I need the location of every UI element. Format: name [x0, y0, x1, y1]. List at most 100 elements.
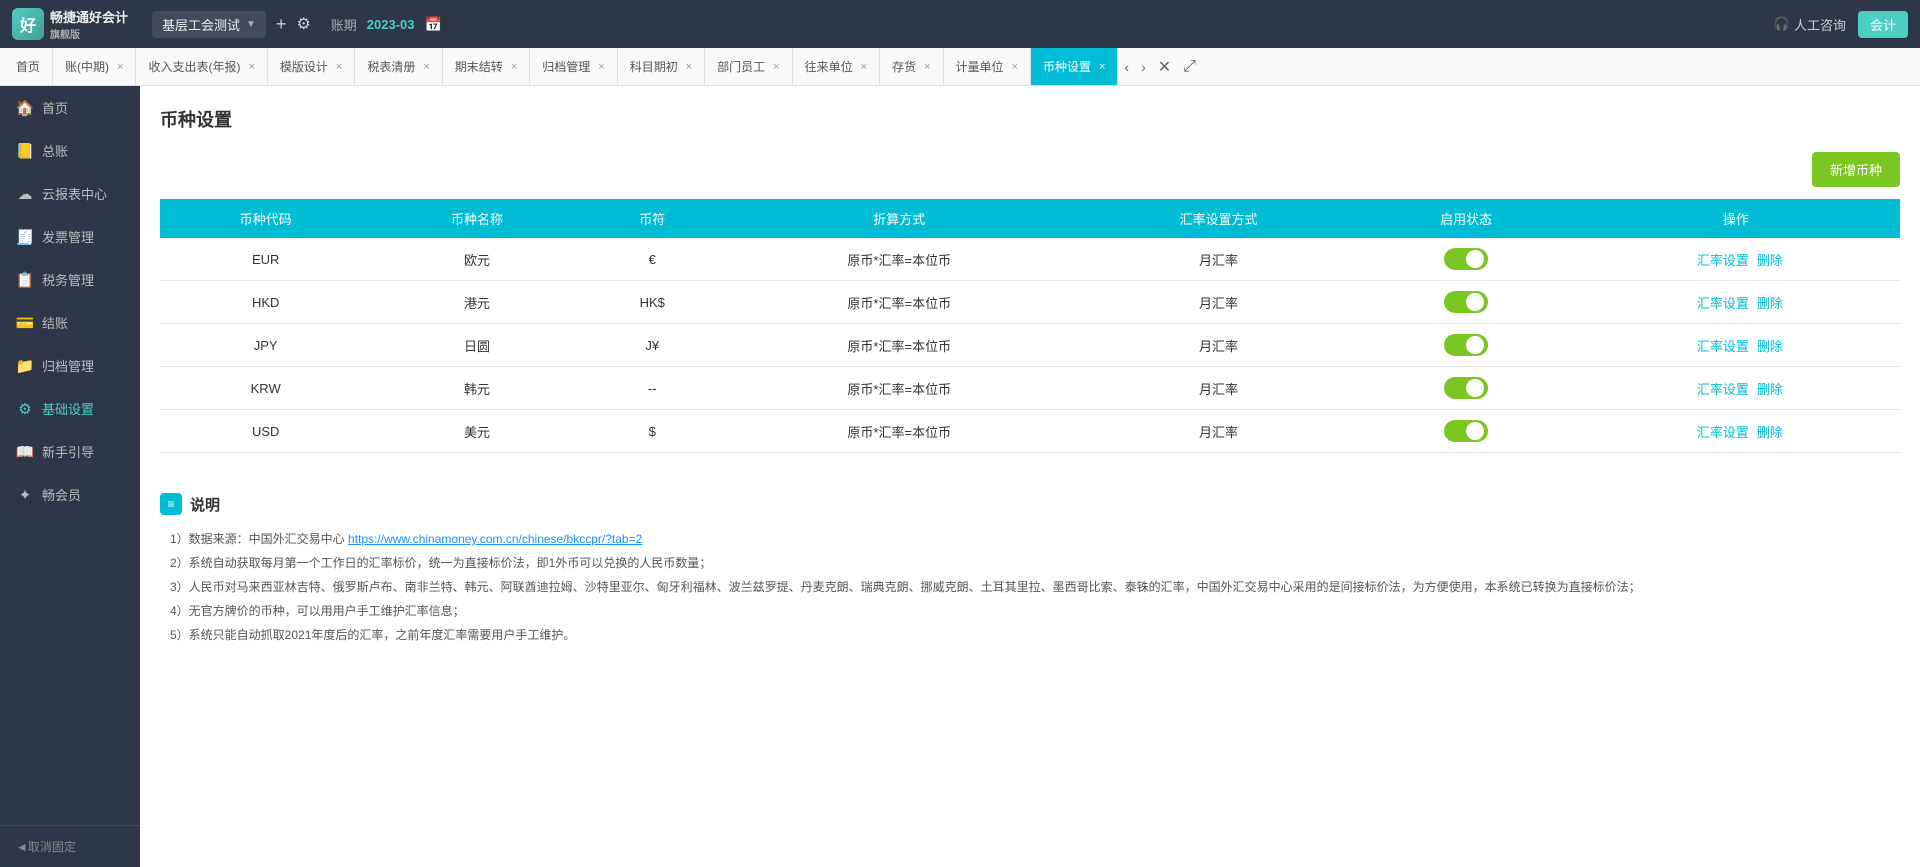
cell-code: USD	[160, 410, 371, 453]
delete-link[interactable]: 删除	[1757, 296, 1783, 311]
notes-title: ≡ 说明	[160, 493, 1900, 515]
page-title: 币种设置	[160, 106, 1900, 132]
home-icon: 🏠	[16, 99, 34, 117]
cell-calc: 原币*汇率=本位币	[722, 238, 1077, 281]
cell-code: EUR	[160, 238, 371, 281]
sidebar-pin-toggle[interactable]: ◄取消固定	[0, 825, 140, 867]
tab-income-report[interactable]: 收入支出表(年报) ×	[136, 48, 267, 86]
settings-gear-icon[interactable]: ⚙	[296, 14, 310, 34]
tab-period-label: 账(中期)	[65, 58, 109, 75]
tab-period-close[interactable]: ×	[117, 61, 123, 73]
period-value: 2023-03	[367, 17, 415, 32]
toggle-switch[interactable]	[1444, 334, 1488, 356]
tab-close-all-button[interactable]: ✕	[1152, 57, 1177, 77]
sidebar-item-checkout[interactable]: 💳 结账	[0, 301, 140, 344]
tab-dept-staff-close[interactable]: ×	[773, 61, 779, 73]
delete-link[interactable]: 删除	[1757, 339, 1783, 354]
toggle-switch[interactable]	[1444, 248, 1488, 270]
guide-icon: 📖	[16, 443, 34, 461]
tab-unit-close[interactable]: ×	[1012, 61, 1018, 73]
notes-external-link[interactable]: https://www.chinamoney.com.cn/chinese/bk…	[348, 532, 642, 546]
customer-service-button[interactable]: 🎧 人工咨询	[1774, 15, 1846, 34]
tab-tax-close[interactable]: ×	[423, 61, 429, 73]
tab-subject-init-close[interactable]: ×	[686, 61, 692, 73]
cell-enabled[interactable]	[1360, 410, 1571, 453]
sidebar-item-archive[interactable]: 📁 归档管理	[0, 344, 140, 387]
new-currency-button[interactable]: 新增币种	[1812, 152, 1900, 187]
rate-settings-link[interactable]: 汇率设置	[1697, 425, 1749, 440]
tab-template[interactable]: 模版设计 ×	[268, 48, 355, 86]
tab-tax[interactable]: 税表清册 ×	[355, 48, 442, 86]
sidebar-item-invoices[interactable]: 🧾 发票管理	[0, 215, 140, 258]
logo-icon: 好	[12, 8, 44, 40]
delete-link[interactable]: 删除	[1757, 425, 1783, 440]
rate-settings-link[interactable]: 汇率设置	[1697, 296, 1749, 311]
cloud-icon: ☁	[16, 185, 34, 203]
toggle-switch[interactable]	[1444, 377, 1488, 399]
cell-symbol: HK$	[583, 281, 722, 324]
add-tab-button[interactable]: +	[276, 14, 287, 35]
tab-contacts-close[interactable]: ×	[861, 61, 867, 73]
sidebar-label-reports: 云报表中心	[42, 184, 107, 203]
org-selector[interactable]: 基层工会测试 ▼	[152, 11, 266, 38]
tab-archive[interactable]: 归档管理 ×	[530, 48, 617, 86]
cell-symbol: J¥	[583, 324, 722, 367]
tab-dept-staff[interactable]: 部门员工 ×	[705, 48, 792, 86]
tab-period[interactable]: 账(中期) ×	[53, 48, 136, 86]
tab-income-report-label: 收入支出表(年报)	[148, 58, 240, 75]
gear-icon: ⚙	[16, 400, 34, 418]
member-icon: ✦	[16, 486, 34, 504]
tab-currency[interactable]: 币种设置 ×	[1031, 48, 1118, 86]
tab-nav-prev[interactable]: ‹	[1118, 59, 1135, 75]
delete-link[interactable]: 删除	[1757, 382, 1783, 397]
cell-enabled[interactable]	[1360, 281, 1571, 324]
sidebar-item-home[interactable]: 🏠 首页	[0, 86, 140, 129]
cell-enabled[interactable]	[1360, 238, 1571, 281]
rate-settings-link[interactable]: 汇率设置	[1697, 382, 1749, 397]
toggle-switch[interactable]	[1444, 291, 1488, 313]
sidebar-item-settings[interactable]: ⚙ 基础设置	[0, 387, 140, 430]
tab-period-end-close[interactable]: ×	[511, 61, 517, 73]
toggle-switch[interactable]	[1444, 420, 1488, 442]
sidebar-label-invoices: 发票管理	[42, 227, 94, 246]
cell-calc: 原币*汇率=本位币	[722, 367, 1077, 410]
notes-section: ≡ 说明 1）数据来源：中国外汇交易中心 https://www.chinamo…	[160, 493, 1900, 667]
cell-enabled[interactable]	[1360, 367, 1571, 410]
sidebar-label-checkout: 结账	[42, 313, 68, 332]
tab-expand-button[interactable]: ⤢	[1177, 58, 1202, 76]
logo-area: 好 畅捷通好会计 旗舰版	[12, 7, 142, 41]
delete-link[interactable]: 删除	[1757, 253, 1783, 268]
tab-unit[interactable]: 计量单位 ×	[944, 48, 1031, 86]
headset-icon: 🎧	[1774, 16, 1790, 32]
tab-period-end[interactable]: 期末结转 ×	[443, 48, 530, 86]
tab-archive-close[interactable]: ×	[598, 61, 604, 73]
cell-actions: 汇率设置删除	[1572, 410, 1900, 453]
tab-home-label: 首页	[16, 58, 40, 75]
tab-income-report-close[interactable]: ×	[248, 61, 254, 73]
cell-rate-type: 月汇率	[1077, 367, 1361, 410]
sidebar-item-tax[interactable]: 📋 税务管理	[0, 258, 140, 301]
cell-symbol: $	[583, 410, 722, 453]
currency-table: 币种代码 币种名称 币符 折算方式 汇率设置方式 启用状态 操作 EUR欧元€原…	[160, 199, 1900, 453]
tab-nav-next[interactable]: ›	[1135, 59, 1152, 75]
tab-contacts[interactable]: 往来单位 ×	[793, 48, 880, 86]
sidebar-item-member[interactable]: ✦ 畅会员	[0, 473, 140, 516]
sidebar-item-guide[interactable]: 📖 新手引导	[0, 430, 140, 473]
logo-text: 畅捷通好会计 旗舰版	[50, 7, 128, 41]
account-button[interactable]: 会计	[1858, 11, 1908, 38]
tab-inventory[interactable]: 存货 ×	[880, 48, 943, 86]
tab-template-close[interactable]: ×	[336, 61, 342, 73]
tab-inventory-close[interactable]: ×	[924, 61, 930, 73]
pin-label: ◄取消固定	[16, 838, 76, 855]
calendar-icon[interactable]: 📅	[425, 16, 442, 33]
tab-currency-close[interactable]: ×	[1099, 61, 1105, 73]
cell-name: 港元	[371, 281, 582, 324]
rate-settings-link[interactable]: 汇率设置	[1697, 339, 1749, 354]
tab-subject-init[interactable]: 科目期初 ×	[618, 48, 705, 86]
sidebar-item-ledger[interactable]: 📒 总账	[0, 129, 140, 172]
sidebar-label-tax: 税务管理	[42, 270, 94, 289]
cell-enabled[interactable]	[1360, 324, 1571, 367]
tab-home[interactable]: 首页	[4, 48, 53, 86]
rate-settings-link[interactable]: 汇率设置	[1697, 253, 1749, 268]
sidebar-item-reports[interactable]: ☁ 云报表中心	[0, 172, 140, 215]
